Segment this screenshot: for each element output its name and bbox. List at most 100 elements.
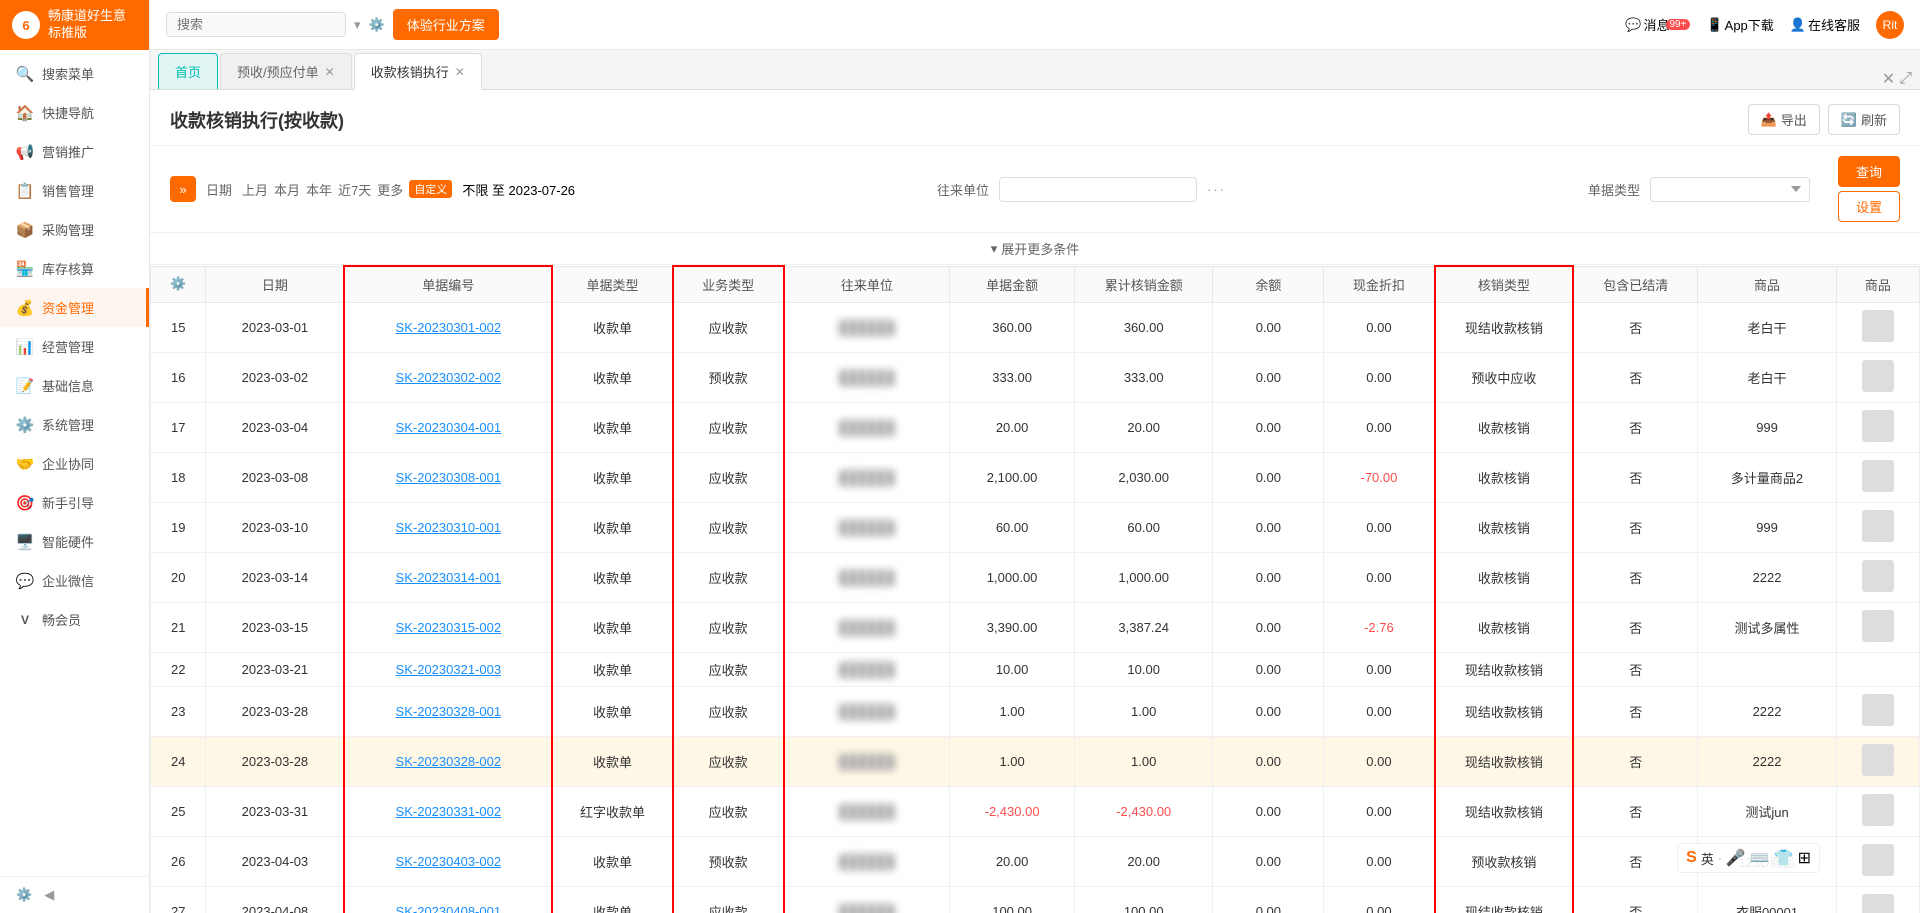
user-avatar[interactable]: Rit [1876, 11, 1904, 39]
tab-collection-close[interactable]: ✕ [455, 65, 465, 79]
order-id-link[interactable]: SK-20230315-002 [396, 620, 502, 635]
row-biz-type: 应收款 [673, 687, 784, 737]
partner-filter-input[interactable] [999, 177, 1197, 202]
date-more[interactable]: 更多 [377, 180, 403, 199]
date-last-7days[interactable]: 近7天 [338, 180, 371, 199]
order-id-link[interactable]: SK-20230403-002 [396, 854, 502, 869]
gear-icon[interactable]: ⚙️ [369, 17, 385, 33]
goods-thumbnail [1862, 310, 1894, 342]
app-download-link[interactable]: 📱 App下载 [1706, 15, 1773, 34]
partner-filter-dots[interactable]: ··· [1207, 182, 1226, 197]
sidebar-item-nav[interactable]: 🏠快捷导航 [0, 93, 149, 132]
sidebar-item-enterprise[interactable]: 🤝企业协同 [0, 444, 149, 483]
row-verified: 1.00 [1074, 737, 1213, 787]
order-id-link[interactable]: SK-20230408-001 [396, 904, 502, 913]
sidebar-item-guide[interactable]: 🎯新手引导 [0, 483, 149, 522]
sidebar-item-wechat[interactable]: 💬企业微信 [0, 561, 149, 600]
shirt-icon[interactable]: 👕 [1774, 848, 1794, 868]
tab-prepaid-close[interactable]: ✕ [325, 65, 335, 79]
row-order-id[interactable]: SK-20230331-002 [344, 787, 552, 837]
row-order-id[interactable]: SK-20230301-002 [344, 303, 552, 353]
industry-solution-button[interactable]: 体验行业方案 [393, 9, 499, 40]
row-verified: 10.00 [1074, 653, 1213, 687]
table-settings-icon[interactable]: ⚙️ [170, 276, 186, 291]
sidebar-item-search[interactable]: 🔍搜索菜单 [0, 54, 149, 93]
tab-prepaid[interactable]: 预收/预应付单 ✕ [220, 53, 352, 89]
expand-more-button[interactable]: ▾ 展开更多条件 [991, 239, 1080, 258]
row-order-id[interactable]: SK-20230310-001 [344, 503, 552, 553]
col-header-settings[interactable]: ⚙️ [151, 266, 206, 303]
order-id-link[interactable]: SK-20230314-001 [396, 570, 502, 585]
order-id-link[interactable]: SK-20230328-002 [396, 754, 502, 769]
row-date: 2023-03-15 [206, 603, 345, 653]
filter-settings-button[interactable]: 设置 [1838, 191, 1900, 222]
row-cancel-type: 现结收款核销 [1435, 787, 1574, 837]
sidebar-item-finance[interactable]: 💰资金管理 [0, 288, 149, 327]
sidebar-item-operation[interactable]: 📊经营管理 [0, 327, 149, 366]
row-order-id[interactable]: SK-20230408-001 [344, 887, 552, 913]
date-this-month[interactable]: 本月 [274, 180, 300, 199]
sidebar-item-sales[interactable]: 📋销售管理 [0, 171, 149, 210]
row-no: 22 [151, 653, 206, 687]
tab-collection[interactable]: 收款核销执行 ✕ [354, 53, 482, 90]
page-actions: 📤 导出 🔄 刷新 [1748, 104, 1900, 135]
chevron-down-icon: ▾ [354, 17, 361, 33]
row-order-id[interactable]: SK-20230308-001 [344, 453, 552, 503]
row-order-id[interactable]: SK-20230403-002 [344, 837, 552, 887]
row-order-id[interactable]: SK-20230321-003 [344, 653, 552, 687]
sidebar-item-system[interactable]: ⚙️系统管理 [0, 405, 149, 444]
data-table: ⚙️ 日期 单据编号 单据类型 业务类型 往来单位 单据金额 累计核销金额 余额… [150, 265, 1920, 913]
date-last-month[interactable]: 上月 [242, 180, 268, 199]
sidebar-item-marketing[interactable]: 📢营销推广 [0, 132, 149, 171]
row-order-id[interactable]: SK-20230328-002 [344, 737, 552, 787]
row-biz-type: 应收款 [673, 503, 784, 553]
bill-type-filter-select[interactable] [1650, 177, 1810, 202]
filter-toggle-button[interactable]: » [170, 176, 196, 202]
refresh-button[interactable]: 🔄 刷新 [1828, 104, 1900, 135]
order-id-link[interactable]: SK-20230304-001 [396, 420, 502, 435]
row-order-id[interactable]: SK-20230315-002 [344, 603, 552, 653]
sidebar-item-purchase[interactable]: 📦采购管理 [0, 210, 149, 249]
row-order-id[interactable]: SK-20230304-001 [344, 403, 552, 453]
sidebar-item-inventory[interactable]: 🏪库存核算 [0, 249, 149, 288]
sidebar-item-member[interactable]: V畅会员 [0, 600, 149, 639]
online-service-link[interactable]: 👤 在线客服 [1790, 15, 1860, 34]
sidebar-collapse-icon[interactable]: ◀ [44, 887, 54, 903]
sidebar-settings-icon[interactable]: ⚙️ [16, 887, 32, 903]
order-id-link[interactable]: SK-20230310-001 [396, 520, 502, 535]
header-search-input[interactable] [166, 12, 346, 37]
row-no: 17 [151, 403, 206, 453]
tab-close-all-icon[interactable]: ✕ [1882, 69, 1895, 89]
page-content-area: 收款核销执行(按收款) 📤 导出 🔄 刷新 » 日期 [150, 90, 1920, 913]
purchase-icon: 📦 [16, 221, 34, 239]
keyboard-icon[interactable]: ⌨️ [1750, 848, 1770, 868]
sidebar-item-basic[interactable]: 📝基础信息 [0, 366, 149, 405]
filter-toggle-icon: » [179, 182, 186, 197]
row-balance: 0.00 [1213, 653, 1324, 687]
row-date: 2023-03-02 [206, 353, 345, 403]
grid-icon[interactable]: ⊞ [1798, 848, 1811, 868]
date-this-year[interactable]: 本年 [306, 180, 332, 199]
message-icon[interactable]: 💬 消息 99+ [1625, 15, 1690, 34]
date-custom-button[interactable]: 自定义 [409, 180, 452, 198]
order-id-link[interactable]: SK-20230302-002 [396, 370, 502, 385]
tab-expand-icon[interactable]: ⤢ [1899, 70, 1912, 88]
row-balance: 0.00 [1213, 887, 1324, 913]
row-order-id[interactable]: SK-20230302-002 [344, 353, 552, 403]
row-discount: 0.00 [1324, 653, 1435, 687]
order-id-link[interactable]: SK-20230321-003 [396, 662, 502, 677]
col-header-amount: 单据金额 [950, 266, 1075, 303]
row-order-id[interactable]: SK-20230314-001 [344, 553, 552, 603]
microphone-icon[interactable]: 🎤 [1726, 848, 1746, 868]
export-button[interactable]: 📤 导出 [1748, 104, 1820, 135]
order-id-link[interactable]: SK-20230308-001 [396, 470, 502, 485]
tab-home[interactable]: 首页 [158, 53, 218, 89]
row-amount: 1.00 [950, 687, 1075, 737]
row-order-id[interactable]: SK-20230328-001 [344, 687, 552, 737]
order-id-link[interactable]: SK-20230328-001 [396, 704, 502, 719]
order-id-link[interactable]: SK-20230331-002 [396, 804, 502, 819]
row-goods: 测试多属性 [1698, 603, 1837, 653]
order-id-link[interactable]: SK-20230301-002 [396, 320, 502, 335]
sidebar-item-hardware[interactable]: 🖥️智能硬件 [0, 522, 149, 561]
query-button[interactable]: 查询 [1838, 156, 1900, 187]
